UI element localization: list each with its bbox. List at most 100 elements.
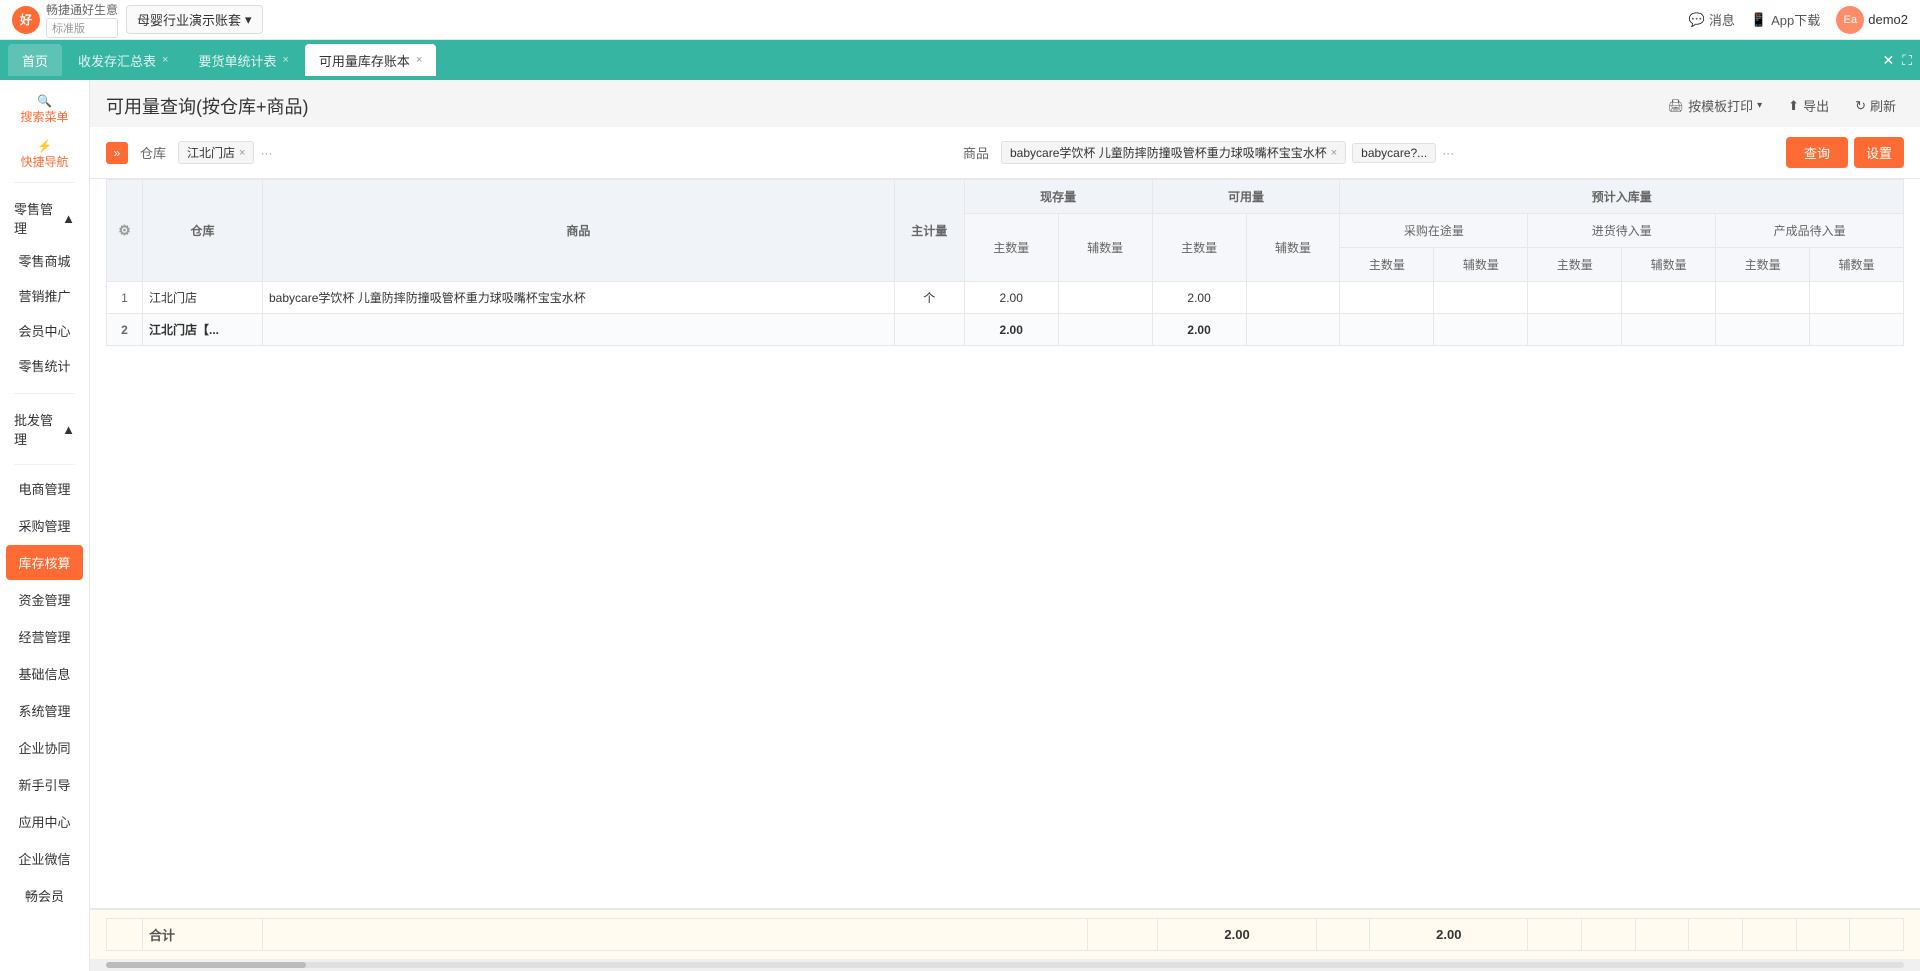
sidebar-item-business[interactable]: 经营管理 — [6, 619, 83, 654]
data-table: ⚙ 仓库 商品 主计量 现存量 — [106, 179, 1904, 346]
close-all-button[interactable]: ✕ — [1882, 52, 1894, 69]
sidebar-item-member2[interactable]: 畅会员 — [6, 878, 83, 913]
app-download-button[interactable]: 📱 App下载 — [1751, 10, 1820, 29]
total-current-main: 2.00 — [1158, 919, 1316, 951]
tab-order-stats[interactable]: 要货单统计表 × — [184, 44, 302, 76]
top-bar-left: 好 畅捷通好生意 标准版 母婴行业演示账套 ▾ — [12, 1, 263, 38]
nav-tabs: 首页 收发存汇总表 × 要货单统计表 × 可用量库存账本 × ✕ ⛶ — [0, 40, 1920, 80]
th-available-group: 可用量 — [1152, 180, 1340, 214]
tab-available-stock-close[interactable]: × — [416, 54, 422, 66]
sidebar-group-retail-header[interactable]: 零售管理 ▲ — [12, 193, 77, 243]
query-button[interactable]: 查询 — [1786, 137, 1848, 168]
user-name: demo2 — [1868, 12, 1908, 27]
sidebar-item-system[interactable]: 系统管理 — [6, 693, 83, 728]
sidebar-item-collab[interactable]: 企业协同 — [6, 730, 83, 765]
warehouse-tag-close[interactable]: × — [239, 147, 245, 159]
table-container[interactable]: ⚙ 仓库 商品 主计量 现存量 — [90, 179, 1920, 908]
settings-button[interactable]: 设置 — [1854, 137, 1904, 168]
sidebar-item-inventory[interactable]: 库存核算 — [6, 545, 83, 580]
message-icon: 💬 — [1689, 12, 1705, 28]
product-tag-2[interactable]: babycare?... — [1352, 143, 1436, 163]
total-incoming-main — [1689, 919, 1743, 951]
sidebar-item-purchase[interactable]: 采购管理 — [6, 508, 83, 543]
sidebar-item-app-center[interactable]: 应用中心 — [6, 804, 83, 839]
horizontal-scrollbar[interactable] — [90, 959, 1920, 971]
sidebar-item-wechat[interactable]: 企业微信 — [6, 841, 83, 876]
row-unit-1: 个 — [894, 282, 964, 314]
product-tag-1-text: babycare学饮杯 儿童防摔防撞吸管杯重力球吸嘴杯宝宝水杯 — [1010, 144, 1327, 161]
sidebar-search-label: 搜索菜单 — [20, 110, 68, 124]
sidebar-group-wholesale-header[interactable]: 批发管理 ▲ — [12, 404, 77, 454]
sidebar-item-member-label: 会员中心 — [18, 321, 70, 340]
export-button[interactable]: ⬆ 导出 — [1780, 92, 1837, 119]
product-more-icon[interactable]: ··· — [1442, 146, 1454, 160]
template-print-button[interactable]: 🖨 按模板打印 ▾ — [1660, 92, 1771, 119]
th-available-aux: 辅数量 — [1246, 214, 1340, 282]
th-current-aux: 辅数量 — [1058, 214, 1152, 282]
sidebar-item-ecommerce-label: 电商管理 — [18, 479, 70, 498]
row-purchase-main-1 — [1340, 282, 1434, 314]
sidebar-item-app-center-label: 应用中心 — [18, 812, 70, 831]
th-finished-aux: 辅数量 — [1810, 248, 1904, 282]
th-incoming-main: 主数量 — [1528, 248, 1622, 282]
sidebar-item-system-label: 系统管理 — [18, 701, 70, 720]
row-finished-aux-2 — [1810, 314, 1904, 346]
sidebar-group-retail-label: 零售管理 — [14, 199, 62, 237]
row-product-2 — [263, 314, 895, 346]
product-tag-1-close[interactable]: × — [1331, 147, 1337, 159]
total-available-aux — [1528, 919, 1582, 951]
th-current-stock-group: 现存量 — [964, 180, 1152, 214]
fullscreen-button[interactable]: ⛶ — [1902, 52, 1912, 69]
th-settings[interactable]: ⚙ — [107, 180, 143, 282]
row-purchase-aux-1 — [1434, 282, 1528, 314]
sidebar-item-base-info-label: 基础信息 — [18, 664, 70, 683]
row-finished-main-2 — [1716, 314, 1810, 346]
tab-receive-summary-close[interactable]: × — [162, 54, 168, 66]
total-available-main: 2.00 — [1370, 919, 1528, 951]
sidebar-group-wholesale-label: 批发管理 — [14, 410, 62, 448]
tab-order-stats-label: 要货单统计表 — [198, 51, 276, 70]
scrollbar-thumb[interactable] — [106, 962, 306, 968]
th-unit: 主计量 — [894, 180, 964, 282]
product-tag-1[interactable]: babycare学饮杯 儿童防摔防撞吸管杯重力球吸嘴杯宝宝水杯 × — [1001, 141, 1346, 164]
sidebar-divider-1 — [14, 182, 75, 183]
sidebar-item-ecommerce[interactable]: 电商管理 — [6, 471, 83, 506]
tab-receive-summary[interactable]: 收发存汇总表 × — [64, 44, 182, 76]
tab-home[interactable]: 首页 — [8, 44, 62, 76]
scrollbar-track[interactable] — [106, 962, 1904, 968]
sidebar-item-collab-label: 企业协同 — [18, 738, 70, 757]
warehouse-more-icon[interactable]: ··· — [260, 146, 272, 160]
product-tag-2-text: babycare?... — [1361, 146, 1427, 160]
dropdown-icon: ▾ — [245, 12, 252, 28]
sidebar-item-newbie[interactable]: 新手引导 — [6, 767, 83, 802]
sidebar-item-member[interactable]: 会员中心 — [12, 313, 77, 348]
sidebar-search[interactable]: 🔍 搜索菜单 — [6, 88, 83, 131]
message-button[interactable]: 💬 消息 — [1689, 10, 1735, 29]
user-info[interactable]: Ea demo2 — [1836, 6, 1908, 34]
industry-selector[interactable]: 母婴行业演示账套 ▾ — [126, 5, 263, 34]
sidebar-top: 🔍 搜索菜单 ⚡ 快捷导航 零售管理 ▲ 零售商城 营销推广 — [0, 80, 89, 921]
table-row: 1 江北门店 babycare学饮杯 儿童防摔防撞吸管杯重力球吸嘴杯宝宝水杯 个… — [107, 282, 1904, 314]
th-purchase-aux: 辅数量 — [1434, 248, 1528, 282]
sidebar-divider-3 — [14, 464, 75, 465]
sidebar-item-promotion[interactable]: 营销推广 — [12, 278, 77, 313]
sidebar-quick-nav[interactable]: ⚡ 快捷导航 — [6, 133, 83, 176]
table-settings-icon[interactable]: ⚙ — [118, 222, 131, 238]
sidebar-item-retail-stats[interactable]: 零售统计 — [12, 348, 77, 383]
tab-order-stats-close[interactable]: × — [282, 54, 288, 66]
expand-filter-button[interactable]: » — [106, 142, 128, 164]
printer-icon: 🖨 — [1668, 98, 1685, 114]
tab-available-stock[interactable]: 可用量库存账本 × — [305, 44, 436, 76]
template-print-label: 按模板打印 — [1688, 96, 1753, 115]
row-seq-1: 1 — [107, 282, 143, 314]
sidebar-item-finance[interactable]: 资金管理 — [6, 582, 83, 617]
filter-row: » 仓库 江北门店 × ··· 商品 babycare学饮杯 儿童防摔防撞吸管杯… — [90, 127, 1920, 179]
refresh-icon: ↻ — [1855, 98, 1866, 114]
row-product-1: babycare学饮杯 儿童防摔防撞吸管杯重力球吸嘴杯宝宝水杯 — [263, 282, 895, 314]
warehouse-tag[interactable]: 江北门店 × — [178, 141, 254, 164]
sidebar-item-base-info[interactable]: 基础信息 — [6, 656, 83, 691]
refresh-button[interactable]: ↻ 刷新 — [1847, 92, 1904, 119]
row-current-aux-1 — [1058, 282, 1152, 314]
sidebar-item-member2-label: 畅会员 — [25, 886, 64, 905]
sidebar-item-mall[interactable]: 零售商城 — [12, 243, 77, 278]
